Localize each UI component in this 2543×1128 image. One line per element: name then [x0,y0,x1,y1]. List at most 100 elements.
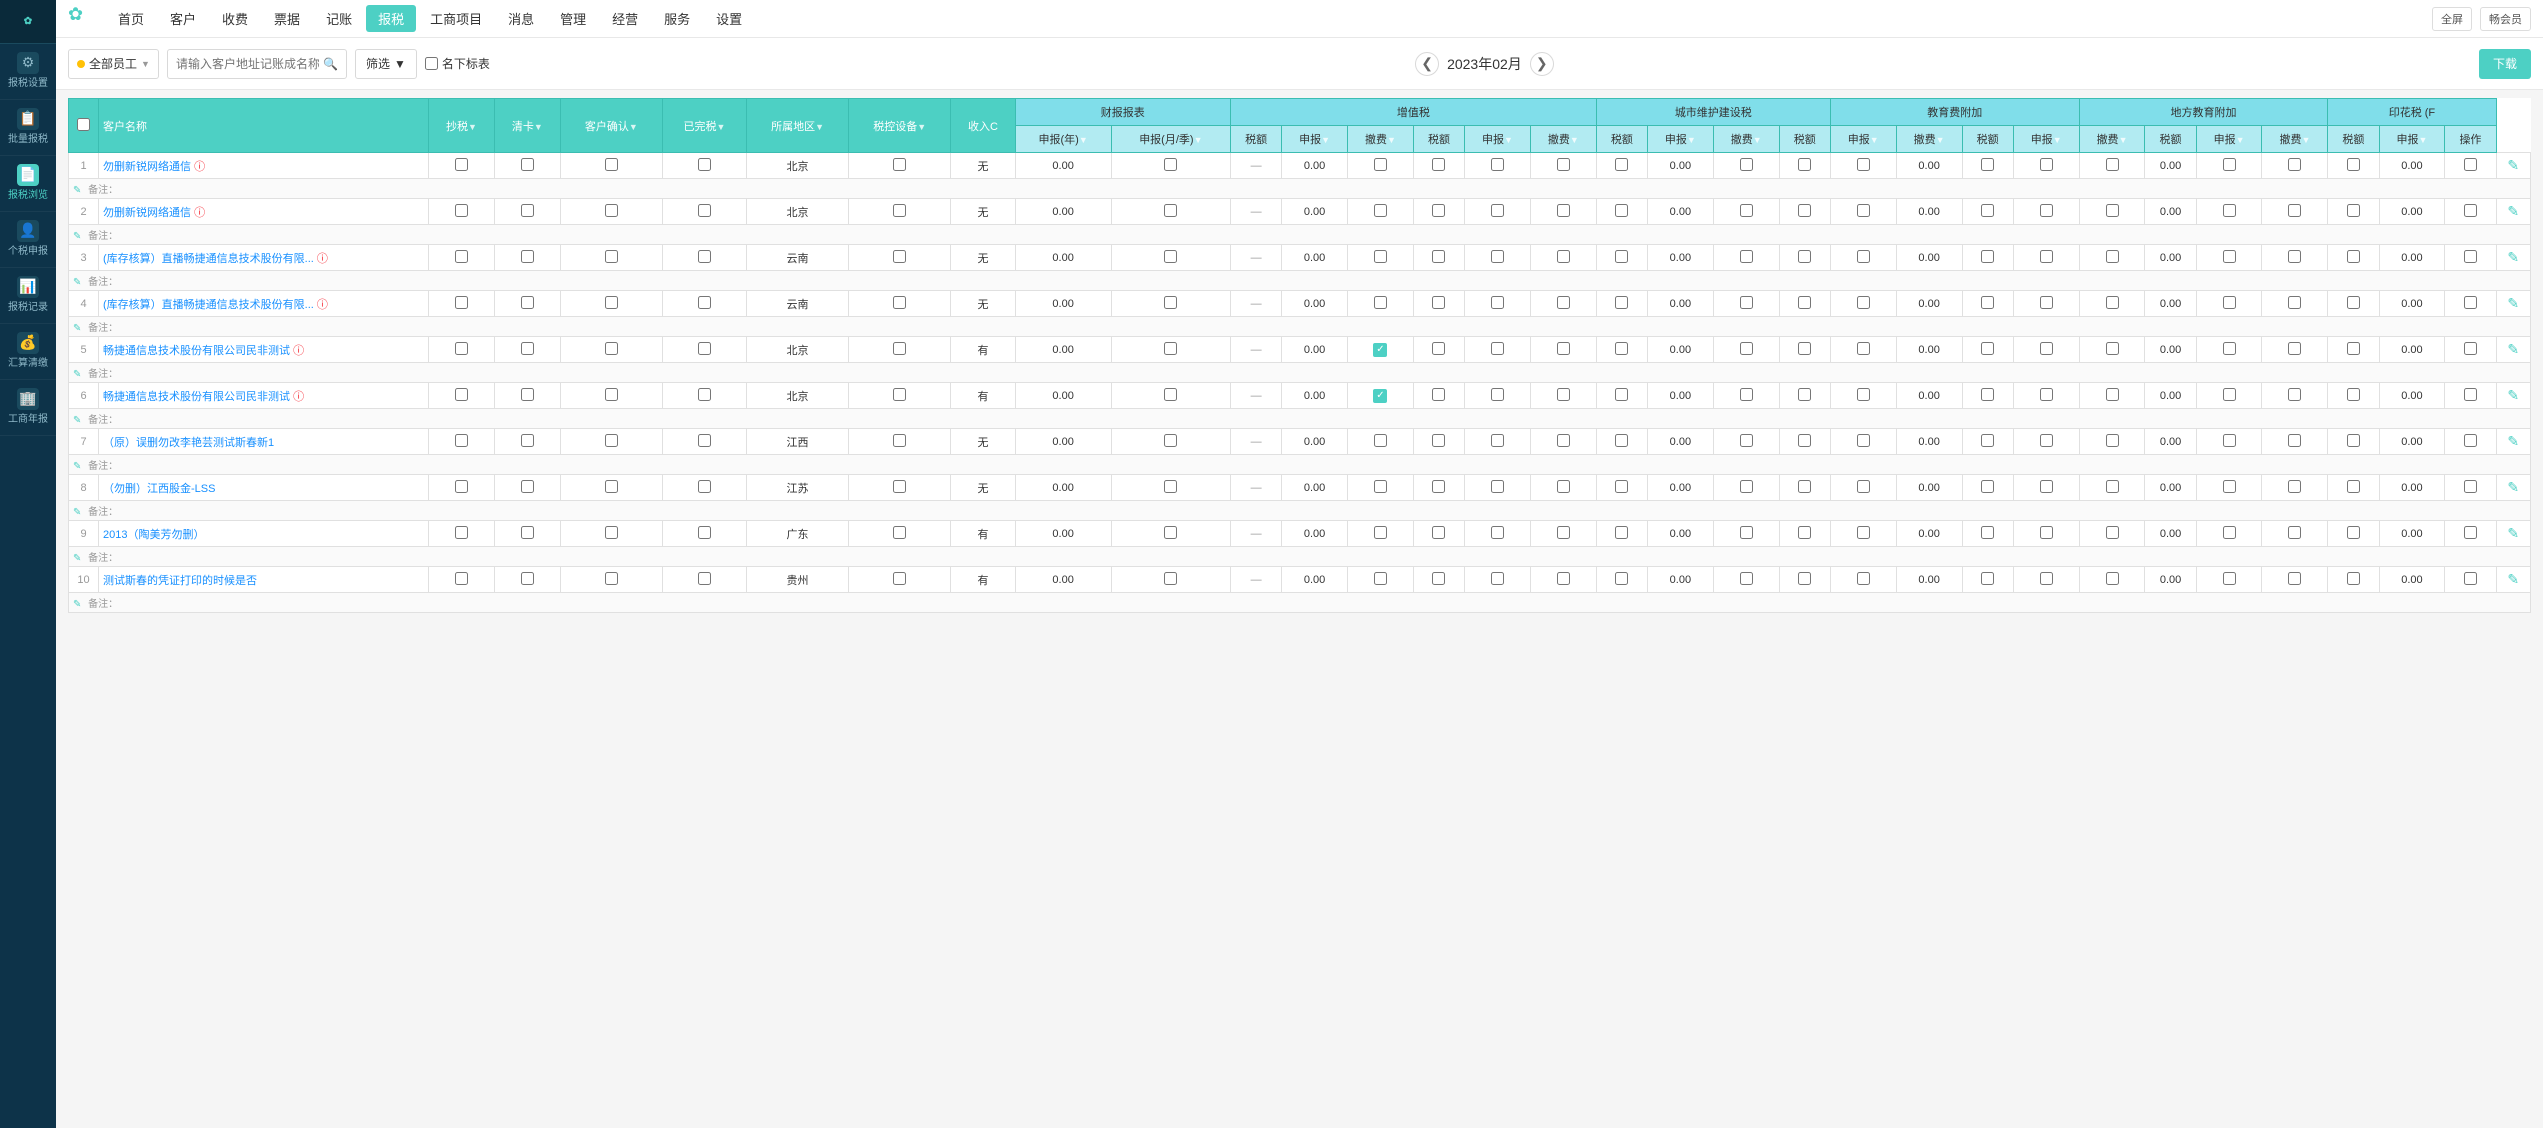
jy-cell-2[interactable] [2079,337,2145,363]
zzs-cell-3[interactable] [1530,521,1596,547]
chaoshui-checkbox[interactable] [455,250,468,263]
df-checkbox-1[interactable] [2288,204,2301,217]
zzs-cell-1[interactable] [1413,475,1464,501]
cs-cell-0[interactable] [1713,429,1779,455]
zzs-cell-4[interactable] [1596,475,1647,501]
kehuqueren-checkbox[interactable] [605,526,618,539]
zzs-cell-4[interactable] [1596,245,1647,271]
member-button[interactable]: 畅会员 [2480,7,2531,31]
zzs-checkbox-0[interactable] [1374,158,1387,171]
kehuqueren-cell[interactable] [560,521,662,547]
df-checkbox-1[interactable] [2288,526,2301,539]
qingka-cell[interactable] [494,521,560,547]
cs-checkbox-2[interactable] [1857,434,1870,447]
jy-cell-0[interactable] [1962,199,2013,225]
yh-shenbao-cell[interactable] [2445,337,2496,363]
cs-cell-1[interactable] [1779,567,1830,593]
th-df-chefei[interactable]: 撤费▼ [2079,126,2145,153]
kehuqueren-checkbox[interactable] [605,204,618,217]
cs-cell-2[interactable] [1830,567,1896,593]
zzs-checkbox-2[interactable] [1491,434,1504,447]
zzs-cell-3[interactable] [1530,245,1596,271]
zzs-checkbox-2[interactable] [1491,526,1504,539]
df-cell-1[interactable] [2262,567,2328,593]
action-cell[interactable]: ✎ [2496,567,2530,593]
zzs-checkbox-3[interactable] [1557,158,1570,171]
th-caibao-month[interactable]: 申报(月/季)▼ [1111,126,1230,153]
cs-checkbox-0[interactable] [1740,296,1753,309]
yh-shenbao-checkbox[interactable] [2464,434,2477,447]
df-checkbox-1[interactable] [2288,342,2301,355]
sidebar-item-baoshuishezhi[interactable]: ⚙ 报税设置 [0,44,56,100]
shukongshebei-cell[interactable] [849,245,951,271]
zzs-cell-4[interactable] [1596,383,1647,409]
chaoshui-checkbox[interactable] [455,388,468,401]
jy-checkbox-0[interactable] [1981,572,1994,585]
jy-cell-1[interactable] [2013,153,2079,179]
customer-name[interactable]: (库存核算）直播畅捷通信息技术股份有限... ⓘ [99,245,429,271]
cs-cell-2[interactable] [1830,153,1896,179]
jy-cell-2[interactable] [2079,245,2145,271]
cs-checkbox-2[interactable] [1857,158,1870,171]
zzs-checkbox-4[interactable] [1615,480,1628,493]
th-zzs-shenbao1[interactable]: 申报▼ [1282,126,1348,153]
zzs-cell-0[interactable] [1348,199,1414,225]
jy-cell-1[interactable] [2013,337,2079,363]
yh-shenbao-cell[interactable] [2445,429,2496,455]
cs-cell-0[interactable] [1713,521,1779,547]
yiwanshui-cell[interactable] [662,475,746,501]
yiwanshui-checkbox[interactable] [698,572,711,585]
cs-checkbox-2[interactable] [1857,480,1870,493]
caibao-year-checkbox[interactable] [1164,296,1177,309]
jy-cell-2[interactable] [2079,153,2145,179]
sidebar-item-huisuanqingjiao[interactable]: 💰 汇算清缴 [0,324,56,380]
zzs-cell-4[interactable] [1596,337,1647,363]
customer-name[interactable]: 畅捷通信息技术股份有限公司民非测试 ⓘ [99,337,429,363]
df-checkbox-1[interactable] [2288,434,2301,447]
kehuqueren-checkbox[interactable] [605,480,618,493]
zzs-cell-0[interactable] [1348,521,1414,547]
chaoshui-checkbox[interactable] [455,158,468,171]
yh-shenbao-cell[interactable] [2445,475,2496,501]
yiwanshui-checkbox[interactable] [698,480,711,493]
kehuqueren-cell[interactable] [560,153,662,179]
shukongshebei-cell[interactable] [849,429,951,455]
action-cell[interactable]: ✎ [2496,429,2530,455]
zzs-checkbox-3[interactable] [1557,572,1570,585]
cs-checkbox-0[interactable] [1740,480,1753,493]
jy-checkbox-2[interactable] [2106,388,2119,401]
df-cell-0[interactable] [2196,429,2262,455]
caibao-year-checkbox[interactable] [1164,572,1177,585]
chaoshui-checkbox[interactable] [455,572,468,585]
zzs-cell-4[interactable] [1596,521,1647,547]
zzs-checkbox-1[interactable] [1432,572,1445,585]
df-checkbox-2[interactable] [2347,388,2360,401]
shuikongshebei-checkbox[interactable] [893,388,906,401]
df-checkbox-1[interactable] [2288,480,2301,493]
th-cs-shenbao[interactable]: 申报▼ [1647,126,1713,153]
zzs-checkbox-3[interactable] [1557,250,1570,263]
zzs-checkbox-4[interactable] [1615,342,1628,355]
jy-cell-1[interactable] [2013,245,2079,271]
df-cell-1[interactable] [2262,383,2328,409]
df-cell-2[interactable] [2328,199,2379,225]
cs-checkbox-0[interactable] [1740,158,1753,171]
jy-checkbox-2[interactable] [2106,296,2119,309]
df-checkbox-1[interactable] [2288,388,2301,401]
shukongshebei-cell[interactable] [849,199,951,225]
edit-icon[interactable]: ✎ [2507,203,2519,219]
cs-checkbox-2[interactable] [1857,572,1870,585]
yh-shenbao-cell[interactable] [2445,245,2496,271]
cs-checkbox-1[interactable] [1798,434,1811,447]
yh-shenbao-checkbox[interactable] [2464,204,2477,217]
yh-shenbao-checkbox[interactable] [2464,296,2477,309]
qingka-checkbox[interactable] [521,480,534,493]
qingka-cell[interactable] [494,291,560,317]
caibao-year-checkbox[interactable] [1164,434,1177,447]
cs-cell-1[interactable] [1779,291,1830,317]
chaoshui-cell[interactable] [429,383,495,409]
caibao-year-checkbox[interactable] [1164,342,1177,355]
sidebar-item-baoshuiliulan[interactable]: 📄 报税浏览 [0,156,56,212]
nav-invoice[interactable]: 票据 [262,5,312,32]
action-cell[interactable]: ✎ [2496,475,2530,501]
